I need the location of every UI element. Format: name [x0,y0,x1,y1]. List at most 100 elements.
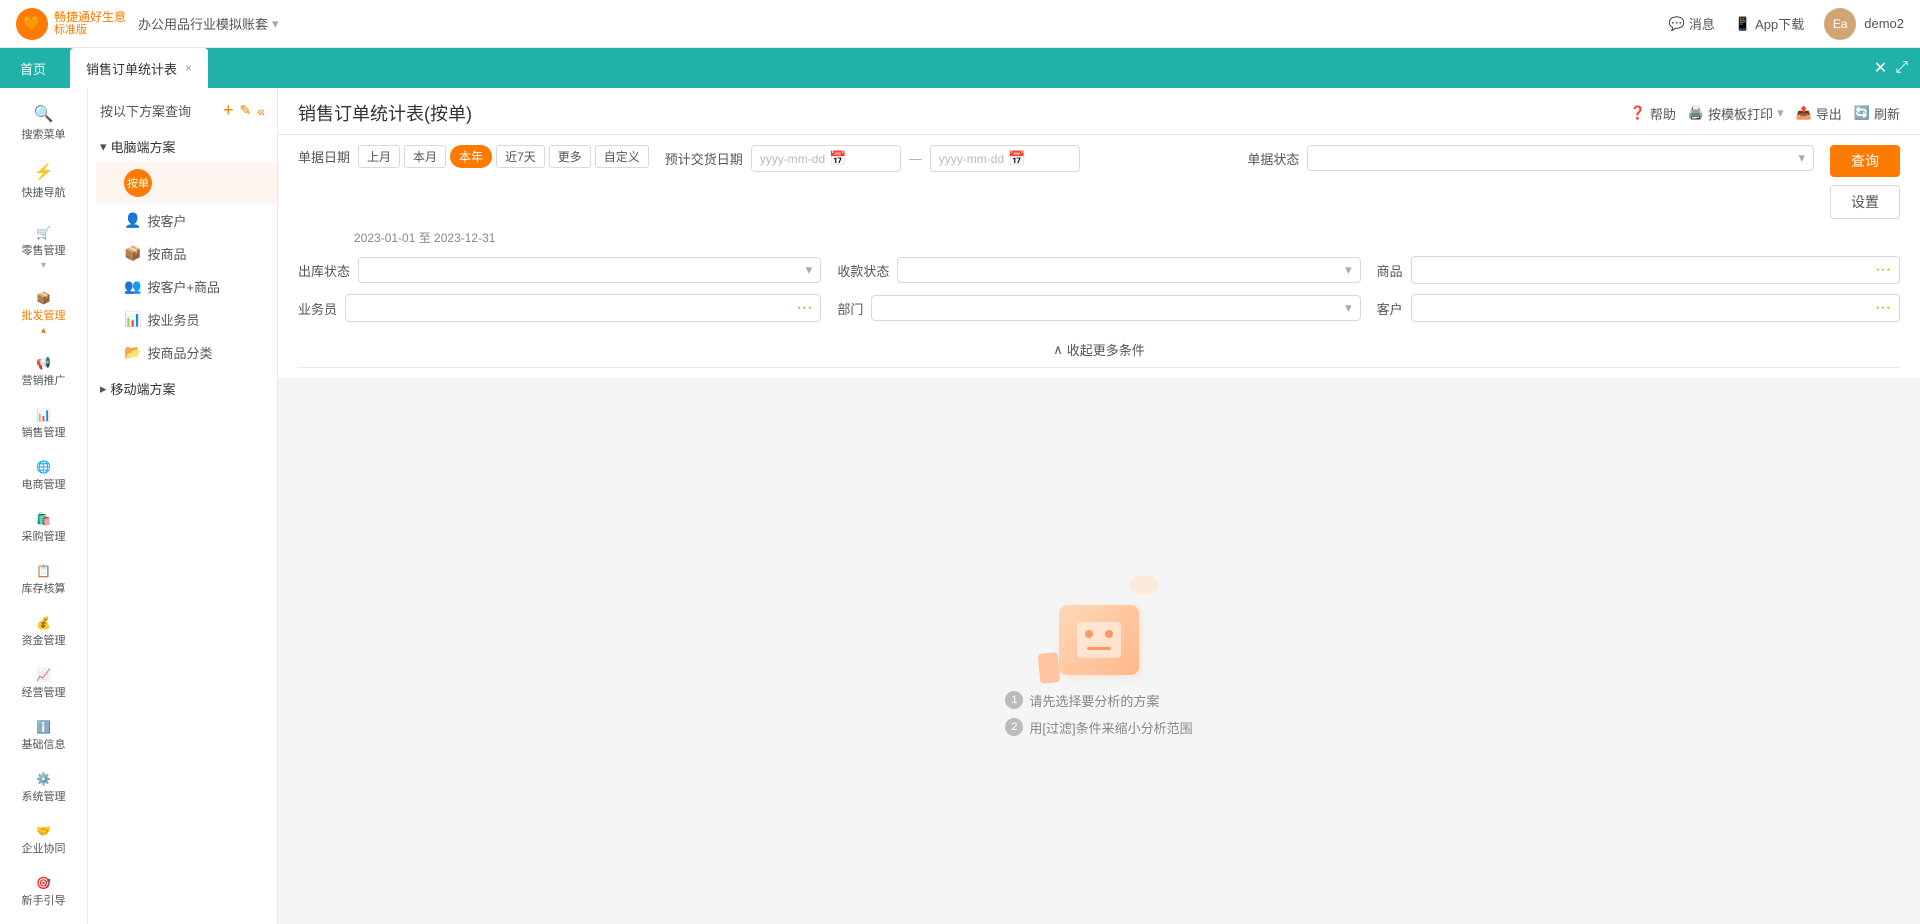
filter-row-1: 单据日期 上月 本月 本年 近7天 更多 自定义 预计交货日期 [298,145,1900,219]
customer-label: 客户 [1377,299,1403,318]
sidebar-item-system[interactable]: ⚙️ 系统管理 [0,762,87,814]
scheme-item-by-salesperson[interactable]: 📊 按业务员 [96,303,277,336]
sidebar-item-basic-info[interactable]: ℹ️ 基础信息 [0,710,87,762]
sidebar-item-finance[interactable]: 💰 资金管理 [0,606,87,658]
date-btn-custom[interactable]: 自定义 [595,145,649,168]
action-buttons: 查询 设置 [1830,145,1900,219]
add-scheme-icon[interactable]: + [223,100,234,121]
content-body: 1 请先选择要分析的方案 2 用[过滤]条件来缩小分析范围 [278,378,1920,924]
salesperson-label: 业务员 [298,299,337,318]
sidebar-item-guide[interactable]: 🎯 新手引导 [0,866,87,918]
sidebar-item-management[interactable]: 📈 经营管理 [0,658,87,710]
tab-active[interactable]: 销售订单统计表 × [70,48,208,88]
collapse-panel-icon[interactable]: « [257,103,265,119]
dept-filter-group: 部门 ▾ [837,295,1360,321]
sidebar-item-app-center[interactable]: 🔲 应用中心 [0,918,87,924]
tab-home[interactable]: 首页 [0,48,66,88]
payment-status-select[interactable]: ▾ [897,257,1360,283]
sidebar-item-sales[interactable]: 📊 销售管理 [0,398,87,450]
tip-item-1: 1 请先选择要分析的方案 [1005,691,1192,710]
dept-label: 部门 [837,299,863,318]
status-arrow-icon: ▾ [1798,150,1805,166]
sidebar-item-marketing[interactable]: 📢 营销推广 [0,346,87,398]
window-expand-icon[interactable]: ⤢ [1895,59,1908,77]
marketing-icon: 📢 [36,356,51,370]
product-dots-icon: ··· [1875,261,1891,279]
by-order-badge: 按单 [124,169,152,197]
empty-tips: 1 请先选择要分析的方案 2 用[过滤]条件来缩小分析范围 [1005,691,1192,737]
sidebar-quick-nav[interactable]: ⚡ 快捷导航 [0,152,87,210]
date-btn-more[interactable]: 更多 [549,145,591,168]
collapse-icon: ∧ [1053,342,1063,358]
date-range-text: 2023-01-01 至 2023-12-31 [354,231,495,245]
out-status-group: 出库状态 ▾ [298,257,821,283]
customer-input[interactable]: ··· [1411,294,1900,322]
delivery-date-end-input[interactable]: yyyy-mm-dd 📅 [930,145,1080,172]
tab-bar: 首页 销售订单统计表 × ✕ ⤢ [0,48,1920,88]
date-btn-last-7days[interactable]: 近7天 [496,145,545,168]
industry-selector[interactable]: 办公用品行业模拟账套 ▾ [138,14,279,33]
sidebar-item-retail[interactable]: 🛒 零售管理 ▾ [0,216,87,281]
quick-nav-icon: ⚡ [34,162,54,182]
date-btn-this-month[interactable]: 本月 [404,145,446,168]
top-header: 🧡 畅捷通好生意 标准版 办公用品行业模拟账套 ▾ 💬 消息 📱 App下载 E… [0,0,1920,48]
scheme-group-mobile-header[interactable]: ▸ 移动端方案 [88,373,277,404]
payment-status-group: 收款状态 ▾ [837,257,1360,283]
group-arrow-down-icon: ▾ [100,139,107,155]
delivery-date-start-input[interactable]: yyyy-mm-dd 📅 [751,145,901,172]
edit-scheme-icon[interactable]: ✎ [239,102,251,119]
sidebar-item-enterprise[interactable]: 🤝 企业协同 [0,814,87,866]
scheme-items: 按单 👤 按客户 📦 按商品 👥 按客户+商品 � [88,162,277,369]
export-button[interactable]: 📤 导出 [1796,104,1842,123]
salesperson-input[interactable]: ··· [345,294,821,322]
left-panel-actions: + ✎ « [223,100,265,121]
left-panel: 按以下方案查询 + ✎ « ▾ 电脑端方案 按单 👤 [88,88,278,924]
help-icon: ❓ [1630,105,1646,121]
logo-icon: 🧡 [16,8,48,40]
help-button[interactable]: ❓ 帮助 [1630,104,1676,123]
template-print-button[interactable]: 🖨️ 按模板打印 ▾ [1688,104,1784,123]
scheme-item-by-category[interactable]: 📂 按商品分类 [96,336,277,369]
payment-status-arrow-icon: ▾ [1345,262,1352,278]
product-filter-group: 商品 ··· [1377,256,1900,284]
scheme-item-by-customer[interactable]: 👤 按客户 [96,204,277,237]
out-status-arrow-icon: ▾ [806,262,813,278]
query-button[interactable]: 查询 [1830,145,1900,177]
collapse-bar[interactable]: ∧ 收起更多条件 [298,332,1900,368]
empty-illustration [1029,565,1169,675]
sidebar-search[interactable]: 🔍 搜索菜单 [0,94,87,152]
message-action[interactable]: 💬 消息 [1669,14,1715,33]
scheme-item-by-order[interactable]: 按单 [96,162,277,204]
sidebar-item-wholesale[interactable]: 📦 批发管理 ▴ [0,281,87,346]
collapse-button[interactable]: ∧ 收起更多条件 [1053,340,1145,359]
date-btn-this-year[interactable]: 本年 [450,145,492,168]
scheme-group-desktop-header[interactable]: ▾ 电脑端方案 [88,131,277,162]
sidebar-item-inventory[interactable]: 📋 库存核算 [0,554,87,606]
user-area[interactable]: Ea demo2 [1824,8,1904,40]
status-select[interactable]: ▾ [1307,145,1814,171]
salesperson-dots-icon: ··· [796,299,812,317]
content-area: 按以下方案查询 + ✎ « ▾ 电脑端方案 按单 👤 [88,88,1920,924]
date-btn-last-month[interactable]: 上月 [358,145,400,168]
status-filter-group: 单据状态 ▾ [1247,145,1814,171]
app-download-action[interactable]: 📱 App下载 [1735,14,1804,33]
print-icon: 🖨️ [1688,105,1704,121]
tab-bar-right: ✕ ⤢ [1874,58,1920,78]
sidebar-item-ecommerce[interactable]: 🌐 电商管理 [0,450,87,502]
dept-select[interactable]: ▾ [871,295,1360,321]
product-input[interactable]: ··· [1411,256,1900,284]
window-close-icon[interactable]: ✕ [1874,58,1887,78]
out-status-select[interactable]: ▾ [358,257,821,283]
tip-item-2: 2 用[过滤]条件来缩小分析范围 [1005,718,1192,737]
tab-close-icon[interactable]: × [185,61,192,75]
sidebar-item-purchase[interactable]: 🛍️ 采购管理 [0,502,87,554]
date-label: 单据日期 [298,147,350,166]
tip-number-1: 1 [1005,691,1023,709]
refresh-button[interactable]: 🔄 刷新 [1854,104,1900,123]
calendar-end-icon: 📅 [1008,150,1025,167]
scheme-item-by-customer-product[interactable]: 👥 按客户+商品 [96,270,277,303]
settings-button[interactable]: 设置 [1830,185,1900,219]
main-content: 销售订单统计表(按单) ❓ 帮助 🖨️ 按模板打印 ▾ 📤 导出 [278,88,1920,924]
scheme-item-by-product[interactable]: 📦 按商品 [96,237,277,270]
customer-filter-group: 客户 ··· [1377,294,1900,322]
